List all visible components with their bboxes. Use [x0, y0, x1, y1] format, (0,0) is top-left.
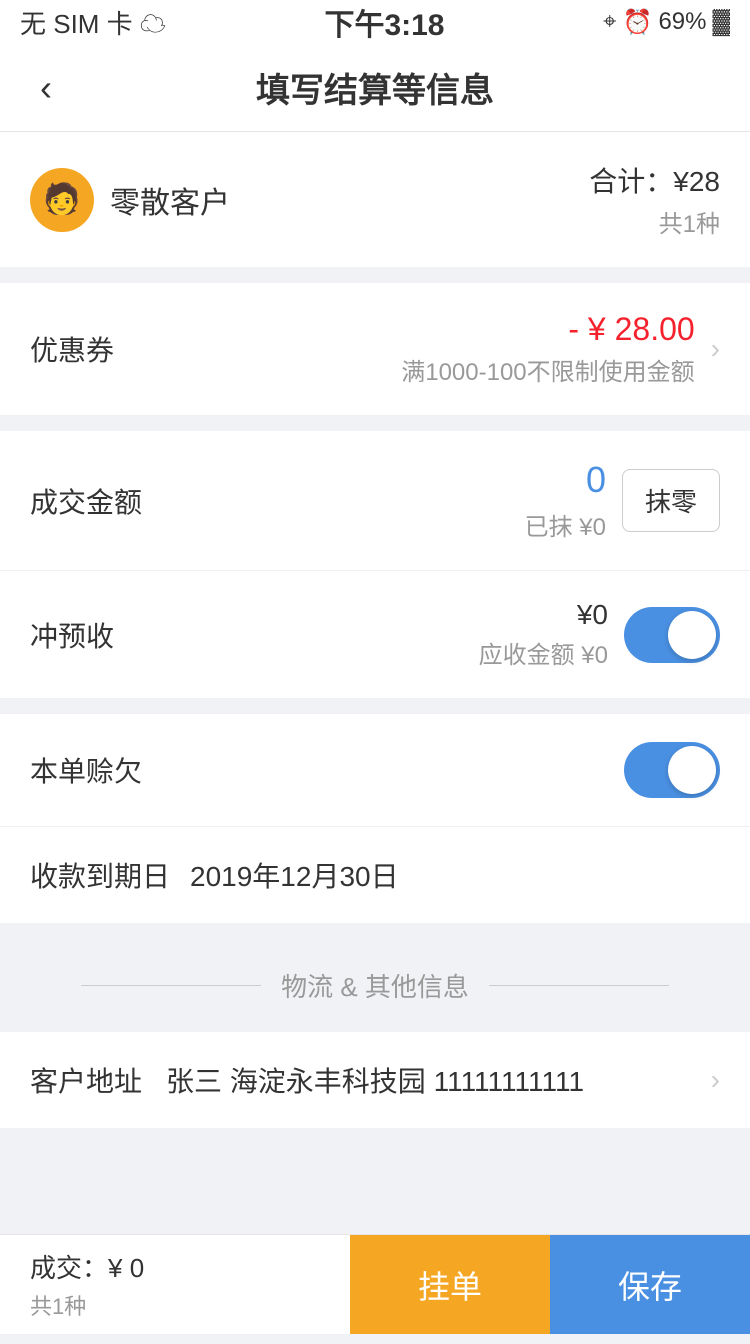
save-button[interactable]: 保存: [550, 1235, 750, 1334]
address-label: 客户地址: [30, 1060, 142, 1100]
prepay-value: ¥0: [479, 599, 608, 631]
customer-name: 零散客户: [110, 178, 230, 222]
battery-level: 69%: [658, 8, 706, 36]
address-chevron-icon: ›: [711, 1064, 720, 1096]
credit-row: 本单赊欠: [0, 714, 750, 826]
coupon-label: 优惠券: [30, 329, 114, 369]
coupon-value-right: - ¥ 28.00 满1000-100不限制使用金额: [401, 311, 694, 387]
credit-toggle-knob: [668, 746, 716, 794]
status-left: 无 SIM 卡 ☁: [20, 4, 166, 41]
deal-amount-value: 0: [525, 459, 606, 501]
credit-toggle[interactable]: [624, 742, 720, 798]
bottom-bar: 成交：¥ 0 共1种 挂单 保存: [0, 1234, 750, 1334]
nav-bar: ‹ 填写结算等信息: [0, 44, 750, 132]
coupon-value-wrap: - ¥ 28.00 满1000-100不限制使用金额 ›: [401, 311, 720, 387]
status-right: ⌖ ⏰ 69% ▓: [603, 8, 730, 37]
avatar-icon: 🧑: [43, 182, 80, 217]
deal-amount-value-wrap: 0 已抹 ¥0 抹零: [525, 459, 720, 542]
due-date-row: 收款到期日 2019年12月30日: [0, 826, 750, 923]
coupon-description: 满1000-100不限制使用金额: [401, 352, 694, 387]
deal-amount-sub: 已抹 ¥0: [525, 507, 606, 542]
due-date-label: 收款到期日: [30, 855, 170, 895]
logistics-title: 物流 & 其他信息: [281, 967, 469, 1004]
credit-card: 本单赊欠 收款到期日 2019年12月30日: [0, 714, 750, 923]
address-card[interactable]: 客户地址 张三 海淀永丰科技园 11111111111 ›: [0, 1032, 750, 1128]
bottom-info: 成交：¥ 0 共1种: [0, 1235, 350, 1334]
address-value: 张三 海淀永丰科技园 11111111111: [166, 1060, 711, 1100]
prepay-label: 冲预收: [30, 615, 114, 655]
prepay-value-right: ¥0 应收金额 ¥0: [479, 599, 608, 670]
due-date-value: 2019年12月30日: [190, 855, 399, 895]
alarm-icon: ⏰: [623, 8, 653, 37]
logistics-header: 物流 & 其他信息: [0, 939, 750, 1032]
coupon-chevron-icon: ›: [711, 333, 720, 365]
deal-amount-right: 0 已抹 ¥0: [525, 459, 606, 542]
sim-indicator: 无 SIM 卡 ☁: [20, 4, 166, 41]
round-zero-button[interactable]: 抹零: [622, 469, 720, 532]
address-row[interactable]: 客户地址 张三 海淀永丰科技园 11111111111 ›: [0, 1032, 750, 1128]
bottom-deal-count: 共1种: [30, 1289, 320, 1321]
hold-button[interactable]: 挂单: [350, 1235, 550, 1334]
prepay-row: 冲预收 ¥0 应收金额 ¥0: [0, 570, 750, 698]
customer-total: 合计：¥28: [589, 160, 720, 200]
bottom-deal-amount: 成交：¥ 0: [30, 1248, 320, 1285]
coupon-card[interactable]: 优惠券 - ¥ 28.00 满1000-100不限制使用金额 ›: [0, 283, 750, 415]
deal-prepay-card: 成交金额 0 已抹 ¥0 抹零 冲预收 ¥0 应收金额 ¥0: [0, 431, 750, 698]
bottom-deal-label: 成交：: [30, 1253, 108, 1283]
battery-icon: ▓: [713, 8, 731, 36]
customer-summary: 合计：¥28 共1种: [589, 160, 720, 239]
content-area: 🧑 零散客户 合计：¥28 共1种 优惠券 - ¥ 28.00 满1000-10…: [0, 132, 750, 1344]
customer-row: 🧑 零散客户 合计：¥28 共1种: [0, 132, 750, 267]
customer-left: 🧑 零散客户: [30, 168, 230, 232]
page-title: 填写结算等信息: [256, 63, 494, 112]
logistics-divider-line: 物流 & 其他信息: [30, 967, 720, 1004]
toggle-knob: [668, 611, 716, 659]
location-icon: ⌖: [603, 8, 617, 36]
customer-card: 🧑 零散客户 合计：¥28 共1种: [0, 132, 750, 267]
prepay-sub: 应收金额 ¥0: [479, 635, 608, 670]
deal-amount-label: 成交金额: [30, 481, 142, 521]
bottom-deal-value: ¥ 0: [108, 1253, 144, 1283]
prepay-toggle[interactable]: [624, 607, 720, 663]
status-bar: 无 SIM 卡 ☁ 下午3:18 ⌖ ⏰ 69% ▓: [0, 0, 750, 44]
coupon-row[interactable]: 优惠券 - ¥ 28.00 满1000-100不限制使用金额 ›: [0, 283, 750, 415]
status-time: 下午3:18: [324, 0, 444, 44]
deal-amount-row: 成交金额 0 已抹 ¥0 抹零: [0, 431, 750, 570]
credit-label: 本单赊欠: [30, 750, 142, 790]
prepay-value-wrap: ¥0 应收金额 ¥0: [479, 599, 720, 670]
customer-count: 共1种: [589, 204, 720, 239]
coupon-amount: - ¥ 28.00: [401, 311, 694, 348]
customer-avatar: 🧑: [30, 168, 94, 232]
back-button[interactable]: ‹: [30, 57, 62, 119]
